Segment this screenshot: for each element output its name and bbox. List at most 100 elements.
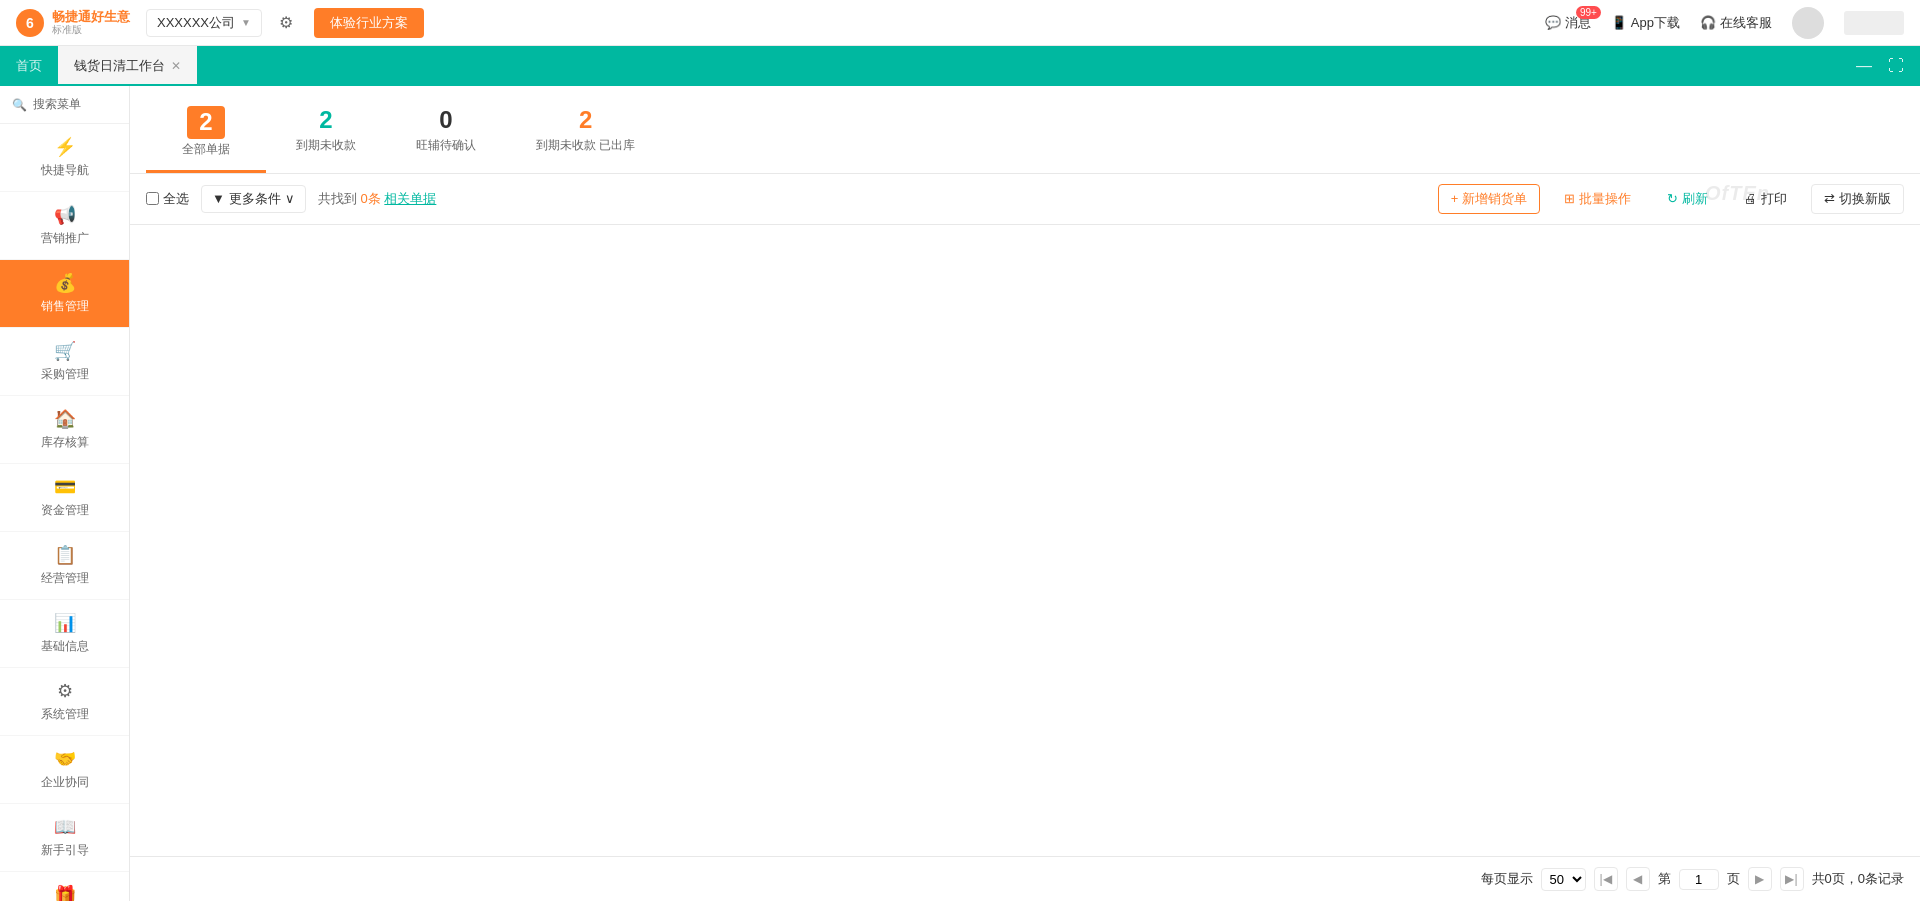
filter-icon: ▼ [212,191,225,206]
sidebar-item-finance[interactable]: 💳 资金管理 [0,464,129,532]
company-dropdown-arrow: ▼ [241,17,251,28]
last-page-button[interactable]: ▶| [1780,867,1804,891]
finance-label: 资金管理 [41,502,89,519]
settings-button[interactable]: ⚙ [270,7,302,39]
online-service-icon: 🎧 [1700,15,1716,30]
sidebar-item-sales[interactable]: 💰 销售管理 [0,260,129,328]
sidebar-item-system[interactable]: ⚙ 系统管理 [0,668,129,736]
filter-btn-label: 更多条件 [229,190,281,208]
page-unit: 页 [1727,870,1740,888]
print-icon: 🖨 [1744,191,1757,206]
operations-icon: 📋 [54,544,76,566]
tab-bar: 首页 钱货日清工作台 ✕ — ⛶ [0,46,1920,86]
select-all-checkbox[interactable]: 全选 [146,190,189,208]
marketing-label: 营销推广 [41,230,89,247]
avatar[interactable] [1792,7,1824,39]
first-page-button[interactable]: |◀ [1594,867,1618,891]
stat-tab-all[interactable]: 2 全部单据 [146,98,266,173]
sales-label: 销售管理 [41,298,89,315]
trial-button[interactable]: 体验行业方案 [314,8,424,38]
stat-label-wangfu: 旺辅待确认 [416,137,476,154]
found-prefix: 共找到 [318,191,357,206]
switch-version-button[interactable]: ⇄ 切换新版 [1811,184,1904,214]
next-page-button[interactable]: ▶ [1748,867,1772,891]
tab-minimize-icon[interactable]: — [1852,53,1876,79]
collab-icon: 🤝 [54,748,76,770]
app-download-label: App下载 [1631,14,1680,32]
message-badge: 99+ [1576,6,1601,19]
message-button[interactable]: 💬 消息 99+ [1545,14,1591,32]
tab-close-icon[interactable]: ✕ [171,59,181,73]
pagination-summary: 共0页，0条记录 [1812,870,1904,888]
stat-num-overdue: 2 [319,106,332,135]
found-count: 0条 [361,191,381,206]
inventory-icon: 🏠 [54,408,76,430]
sidebar-item-guide[interactable]: 📖 新手引导 [0,804,129,872]
stat-tab-overdue[interactable]: 2 到期未收款 [266,98,386,173]
per-page-label: 每页显示 [1481,870,1533,888]
marketing-icon: 📢 [54,204,76,226]
stat-label-overdue-shipped: 到期未收款 已出库 [536,137,635,154]
sidebar-item-collab[interactable]: 🤝 企业协同 [0,736,129,804]
stats-tabs-row: 2 全部单据 2 到期未收款 0 旺辅待确认 2 到期未收款 已出库 [146,98,1904,173]
select-all-label: 全选 [163,190,189,208]
toolbar-right: + 新增销货单 ⊞ 批量操作 ↻ 刷新 🖨 打印 ⇄ 切换新版 [1438,184,1904,214]
sidebar-item-basic-info[interactable]: 📊 基础信息 [0,600,129,668]
print-button[interactable]: 🖨 打印 [1732,185,1799,213]
tab-home[interactable]: 首页 [0,46,58,86]
operations-label: 经营管理 [41,570,89,587]
tab-maximize-icon[interactable]: ⛶ [1884,53,1908,79]
batch-label: 批量操作 [1579,190,1631,208]
refresh-label: 刷新 [1682,190,1708,208]
message-icon: 💬 [1545,15,1561,30]
content-area: 2 全部单据 2 到期未收款 0 旺辅待确认 2 到期未收款 已出库 [130,86,1920,901]
sidebar: 🔍 搜索菜单 ⚡ 快捷导航 📢 营销推广 💰 销售管理 🛒 采购管理 🏠 库存核… [0,86,130,901]
finance-icon: 💳 [54,476,76,498]
basic-info-label: 基础信息 [41,638,89,655]
page-input[interactable]: 1 [1679,869,1719,890]
sidebar-item-purchase[interactable]: 🛒 采购管理 [0,328,129,396]
logo-icon: 6 [16,9,44,37]
related-link[interactable]: 相关单据 [384,191,436,206]
online-service-button[interactable]: 🎧 在线客服 [1700,14,1772,32]
stat-tab-wangfu[interactable]: 0 旺辅待确认 [386,98,506,173]
top-header: 6 畅捷通好生意 标准版 XXXXXX公司 ▼ ⚙ 体验行业方案 💬 消息 99… [0,0,1920,46]
search-icon: 🔍 [12,98,27,112]
system-label: 系统管理 [41,706,89,723]
table-area [130,225,1920,856]
tab-work-bench[interactable]: 钱货日清工作台 ✕ [58,46,197,86]
purchase-icon: 🛒 [54,340,76,362]
select-all-input[interactable] [146,192,159,205]
sidebar-item-operations[interactable]: 📋 经营管理 [0,532,129,600]
add-order-button[interactable]: + 新增销货单 [1438,184,1540,214]
logo-sub: 标准版 [52,24,130,36]
sidebar-item-app-center[interactable]: 🎁 应用中心 [0,872,129,901]
app-download-button[interactable]: 📱 App下载 [1611,14,1680,32]
per-page-select[interactable]: 50 [1541,868,1586,891]
refresh-button[interactable]: ↻ 刷新 [1655,185,1720,213]
batch-operation-button[interactable]: ⊞ 批量操作 [1552,185,1643,213]
sidebar-item-marketing[interactable]: 📢 营销推广 [0,192,129,260]
sidebar-item-inventory[interactable]: 🏠 库存核算 [0,396,129,464]
sidebar-search[interactable]: 🔍 搜索菜单 [0,86,129,124]
filter-dropdown-icon: ∨ [285,191,295,206]
user-name-area [1844,11,1904,35]
filter-button[interactable]: ▼ 更多条件 ∨ [201,185,306,213]
sidebar-item-quick-nav[interactable]: ⚡ 快捷导航 [0,124,129,192]
stat-num-overdue-shipped: 2 [579,106,592,135]
inventory-label: 库存核算 [41,434,89,451]
stat-tab-overdue-shipped[interactable]: 2 到期未收款 已出库 [506,98,665,173]
page-text: 第 [1658,870,1671,888]
logo-main: 畅捷通好生意 [52,9,130,25]
stat-label-overdue: 到期未收款 [296,137,356,154]
system-icon: ⚙ [57,680,73,702]
company-name: XXXXXX公司 [157,14,235,32]
batch-icon: ⊞ [1564,191,1575,206]
company-selector[interactable]: XXXXXX公司 ▼ [146,9,262,37]
stat-label-all: 全部单据 [182,141,230,158]
toolbar: 全选 ▼ 更多条件 ∨ 共找到 0条 相关单据 + 新增销货单 ⊞ 批量操作 ↻ [130,174,1920,225]
quick-nav-label: 快捷导航 [41,162,89,179]
guide-label: 新手引导 [41,842,89,859]
collab-label: 企业协同 [41,774,89,791]
prev-page-button[interactable]: ◀ [1626,867,1650,891]
